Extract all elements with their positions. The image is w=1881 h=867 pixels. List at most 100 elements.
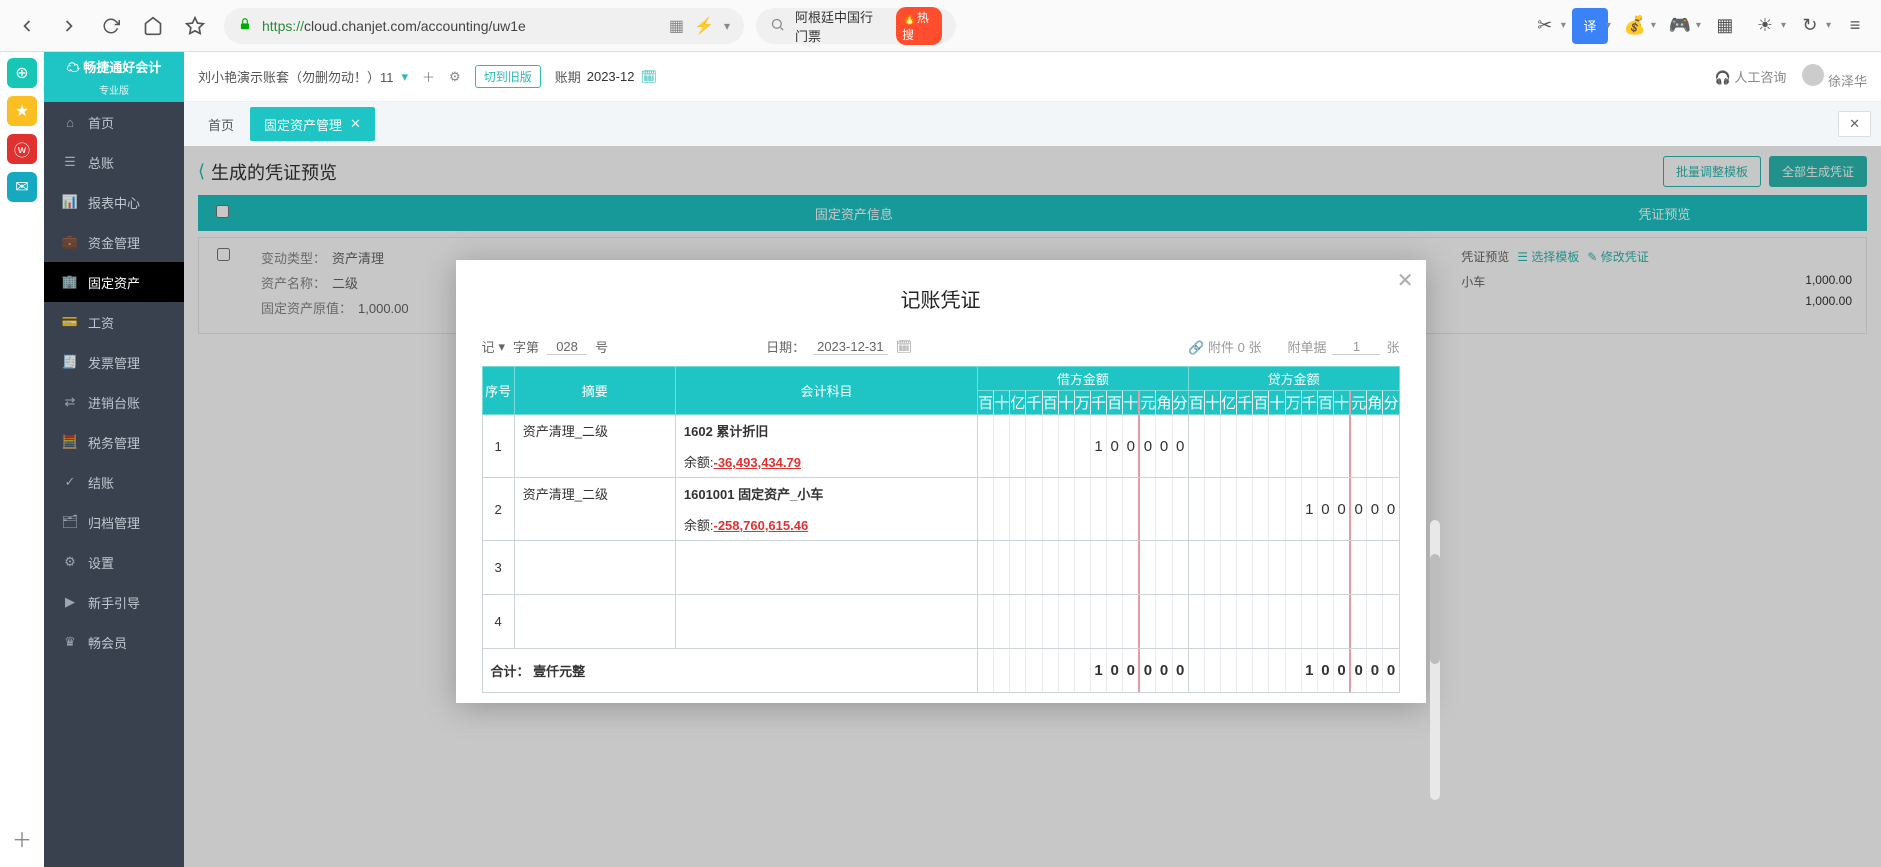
sidebar-item-label: 税务管理 <box>88 433 140 452</box>
modal-title: 记账凭证 <box>482 284 1400 313</box>
close-tab-icon[interactable]: ✕ <box>350 116 361 132</box>
voucher-row[interactable]: 2资产清理_二级1601001 固定资产_小车余额:-258,760,615.4… <box>482 478 1399 541</box>
sidebar-item-report[interactable]: 📊报表中心 <box>44 182 184 222</box>
row-credit[interactable] <box>1188 415 1399 478</box>
row-summary[interactable] <box>514 541 675 595</box>
menu-icon[interactable]: ≡ <box>1837 8 1873 44</box>
th-index: 序号 <box>482 367 514 415</box>
sidebar-item-label: 工资 <box>88 313 114 332</box>
chevron-down-icon: ▾ <box>402 69 409 85</box>
sheet-count-input[interactable]: 1 <box>1332 339 1380 355</box>
row-debit[interactable] <box>978 595 1189 649</box>
translate-icon[interactable]: 译 <box>1572 8 1608 44</box>
sun-icon[interactable]: ☀ <box>1747 8 1783 44</box>
os-add-icon[interactable]: ＋ <box>12 824 32 853</box>
sidebar-item-label: 设置 <box>88 553 114 572</box>
sidebar-item-archive[interactable]: 🗂归档管理 <box>44 502 184 542</box>
browser-bar: https://cloud.chanjet.com/accounting/uw1… <box>0 0 1881 52</box>
total-debit: 100000 <box>978 649 1189 693</box>
modal-scrollbar[interactable] <box>1430 520 1440 800</box>
row-summary[interactable] <box>514 595 675 649</box>
total-label: 合计： 壹仟元整 <box>482 649 978 693</box>
row-summary[interactable]: 资产清理_二级 <box>514 478 675 541</box>
voucher-no-input[interactable]: 028 <box>547 339 587 355</box>
row-account[interactable]: 1601001 固定资产_小车余额:-258,760,615.46 <box>675 478 977 541</box>
row-debit[interactable] <box>978 541 1189 595</box>
sidebar-item-member[interactable]: ♛畅会员 <box>44 622 184 662</box>
row-summary[interactable]: 资产清理_二级 <box>514 415 675 478</box>
close-all-tabs-button[interactable]: ✕ <box>1838 111 1871 137</box>
row-account[interactable] <box>675 541 977 595</box>
row-debit[interactable] <box>978 478 1189 541</box>
sidebar-item-fund[interactable]: 💼资金管理 <box>44 222 184 262</box>
sidebar-item-asset[interactable]: 🏢固定资产 <box>44 262 184 302</box>
back-icon[interactable] <box>8 7 46 45</box>
modal-close-icon[interactable]: ✕ <box>1397 268 1414 293</box>
sidebar-item-label: 结账 <box>88 473 114 492</box>
forward-icon[interactable] <box>50 7 88 45</box>
avatar-icon <box>1802 64 1824 86</box>
wallet-icon[interactable]: 💰 <box>1617 8 1653 44</box>
voucher-type-select[interactable]: 记 ▾ <box>482 337 506 356</box>
search-suggestion[interactable]: 阿根廷中国行门票 🔥热搜 <box>756 8 956 44</box>
sidebar-item-close[interactable]: ✓ 结账 <box>44 462 184 502</box>
os-mail-icon[interactable]: ✉ <box>7 172 37 202</box>
sidebar-item-home[interactable]: ⌂首页 <box>44 102 184 142</box>
add-book-icon[interactable]: ＋ <box>422 67 435 86</box>
row-debit[interactable]: 100000 <box>978 415 1189 478</box>
tab-asset-mgmt[interactable]: 固定资产管理✕ <box>250 107 375 141</box>
row-index: 2 <box>482 478 514 541</box>
sidebar-item-label: 首页 <box>88 113 114 132</box>
period-picker[interactable]: 账期 2023-12 🗓 <box>555 67 657 86</box>
sidebar-item-wage[interactable]: 💳工资 <box>44 302 184 342</box>
setting-book-icon[interactable]: ⚙ <box>449 69 461 85</box>
voucher-date-input[interactable]: 2023-12-31 <box>813 339 888 355</box>
old-version-button[interactable]: 切到旧版 <box>475 65 541 88</box>
sidebar-item-guide[interactable]: ▶新手引导 <box>44 582 184 622</box>
close-icon: ✓ <box>62 474 78 490</box>
tab-home[interactable]: 首页 <box>194 107 248 141</box>
row-account[interactable]: 1602 累计折旧余额:-36,493,434.79 <box>675 415 977 478</box>
th-debit-units: 百十亿千百十万千百十元角分 <box>978 391 1189 415</box>
hot-badge: 🔥热搜 <box>896 7 942 45</box>
qr-icon[interactable]: ▦ <box>669 16 684 36</box>
scissors-icon[interactable]: ✂ <box>1527 8 1563 44</box>
row-credit[interactable] <box>1188 541 1399 595</box>
attachment-link[interactable]: 🔗 附件 0 张 <box>1188 337 1261 356</box>
grid-icon[interactable]: ▦ <box>1707 8 1743 44</box>
sidebar-item-invoice[interactable]: 🧾发票管理 <box>44 342 184 382</box>
user-menu[interactable]: 徐泽华 <box>1802 64 1867 90</box>
sidebar-item-tax[interactable]: 🧮税务管理 <box>44 422 184 462</box>
voucher-row[interactable]: 3 <box>482 541 1399 595</box>
star-icon[interactable] <box>176 7 214 45</box>
service-link[interactable]: 🎧 人工咨询 <box>1715 67 1787 86</box>
brand: ☁ 畅捷通好会计 专业版 <box>44 52 184 102</box>
row-index: 3 <box>482 541 514 595</box>
history-icon[interactable]: ↻ <box>1792 8 1828 44</box>
voucher-modal: ✕ 记账凭证 记 ▾ 字第 028 号 日期： 2023-12-31 🗓 🔗 附… <box>456 260 1426 703</box>
os-favorites-icon[interactable]: ★ <box>7 96 37 126</box>
topbar: 刘小艳演示账套（勿删勿动！）11 ▾ ＋ ⚙ 切到旧版 账期 2023-12 🗓… <box>184 52 1881 102</box>
row-credit[interactable] <box>1188 595 1399 649</box>
game-icon[interactable]: 🎮 <box>1662 8 1698 44</box>
row-account[interactable] <box>675 595 977 649</box>
book-selector[interactable]: 刘小艳演示账套（勿删勿动！）11 ▾ <box>198 67 408 86</box>
guide-icon: ▶ <box>62 594 78 610</box>
sidebar-item-setting[interactable]: ⚙设置 <box>44 542 184 582</box>
sidebar-item-ledger[interactable]: ☰总账 <box>44 142 184 182</box>
home-icon[interactable] <box>134 7 172 45</box>
voucher-row[interactable]: 1资产清理_二级1602 累计折旧余额:-36,493,434.79100000 <box>482 415 1399 478</box>
url-box[interactable]: https://cloud.chanjet.com/accounting/uw1… <box>224 8 744 44</box>
bolt-icon[interactable]: ⚡ <box>694 16 714 36</box>
sidebar-item-label: 报表中心 <box>88 193 140 212</box>
sidebar-item-inout[interactable]: ⇄进销台账 <box>44 382 184 422</box>
row-credit[interactable]: 100000 <box>1188 478 1399 541</box>
os-app1-icon[interactable]: ⊕ <box>7 58 37 88</box>
reload-icon[interactable] <box>92 7 130 45</box>
member-icon: ♛ <box>62 634 78 650</box>
th-credit-units: 百十亿千百十万千百十元角分 <box>1188 391 1399 415</box>
calendar-icon[interactable]: 🗓 <box>896 339 913 355</box>
os-weibo-icon[interactable]: ⓦ <box>7 134 37 164</box>
voucher-row[interactable]: 4 <box>482 595 1399 649</box>
url-chevron-icon[interactable]: ▾ <box>724 19 730 33</box>
